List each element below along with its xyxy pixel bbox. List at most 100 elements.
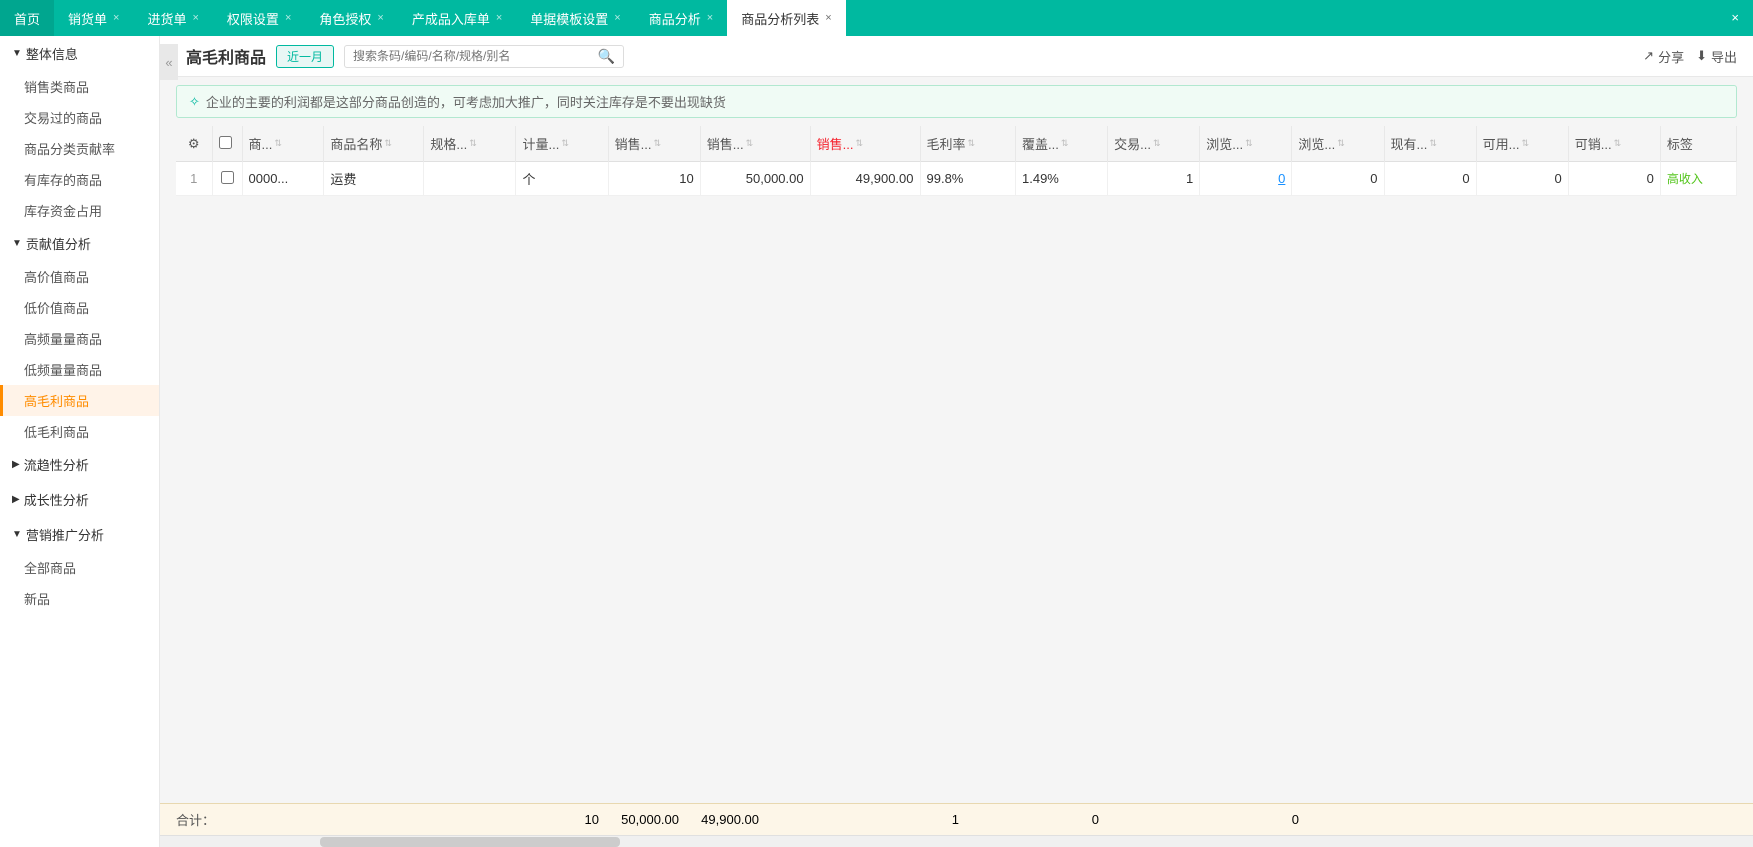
row-sales-qty: 10: [608, 162, 700, 196]
row-trade-count: 1: [1108, 162, 1200, 196]
header-actions: ↗ 分享 ⬇ 导出: [1643, 47, 1737, 66]
search-input[interactable]: [353, 49, 598, 63]
row-gross-rate: 99.8%: [920, 162, 1016, 196]
footer-label: 合计：: [176, 810, 235, 829]
row-name: 运费: [324, 162, 424, 196]
sort-gross-icon[interactable]: ⇅: [968, 138, 976, 149]
sidebar-section-marketing[interactable]: ▼ 营销推广分析: [0, 517, 159, 552]
close-window-button[interactable]: ×: [1717, 9, 1753, 27]
sidebar-item-sales-ranking[interactable]: 销售类商品: [0, 71, 159, 102]
sidebar-section-trend[interactable]: ▶ 流趋性分析: [0, 447, 159, 482]
close-product-entry-tab[interactable]: ×: [496, 12, 502, 24]
th-num: ⚙: [176, 126, 212, 162]
sort-code-icon[interactable]: ⇅: [274, 138, 282, 149]
row-check: [212, 162, 242, 196]
nav-template-setup[interactable]: 单据模板设置 ×: [516, 0, 634, 36]
share-icon: ↗: [1643, 48, 1654, 64]
browse1-link[interactable]: 0: [1278, 171, 1285, 186]
select-all-checkbox[interactable]: [219, 136, 232, 149]
tip-icon: ✧: [189, 94, 200, 110]
sidebar-group-marketing: 全部商品 新品: [0, 552, 159, 614]
close-analysis-tab[interactable]: ×: [707, 12, 713, 24]
sidebar-item-traded-goods[interactable]: 交易过的商品: [0, 102, 159, 133]
row-spec: [424, 162, 516, 196]
sidebar-item-contrib-rate[interactable]: 商品分类贡献率: [0, 133, 159, 164]
sidebar-item-all-goods[interactable]: 全部商品: [0, 552, 159, 583]
table-header-row: ⚙ 商... ⇅ 商品名称: [176, 126, 1737, 162]
row-saleable: 0: [1568, 162, 1660, 196]
sort-qty-icon[interactable]: ⇅: [653, 138, 661, 149]
th-unit: 计量... ⇅: [516, 126, 608, 162]
nav-product-entry[interactable]: 产成品入库单 ×: [398, 0, 516, 36]
th-browse2: 浏览... ⇅: [1292, 126, 1384, 162]
sidebar-section-growth[interactable]: ▶ 成长性分析: [0, 482, 159, 517]
horizontal-scrollbar[interactable]: [160, 835, 1753, 847]
th-sales-cost: 销售... ⇅: [810, 126, 920, 162]
sidebar-item-low-value[interactable]: 低价值商品: [0, 292, 159, 323]
close-purchase-tab[interactable]: ×: [192, 12, 198, 24]
row-checkbox[interactable]: [221, 171, 234, 184]
row-browse2: 0: [1292, 162, 1384, 196]
share-button[interactable]: ↗ 分享: [1643, 47, 1684, 66]
sort-amount-icon[interactable]: ⇅: [746, 138, 754, 149]
sidebar-collapse-button[interactable]: «: [160, 44, 178, 80]
content-area: « 高毛利商品 近一月 🔍 ↗ 分享 ⬇ 导出 ✧: [160, 36, 1753, 847]
table-container: ⚙ 商... ⇅ 商品名称: [160, 126, 1753, 803]
content-header: 高毛利商品 近一月 🔍 ↗ 分享 ⬇ 导出: [160, 36, 1753, 77]
sort-available-icon[interactable]: ⇅: [1521, 138, 1529, 149]
close-analysis-list-tab[interactable]: ×: [825, 12, 831, 24]
sidebar-section-overall[interactable]: ▼ 整体信息: [0, 36, 159, 71]
sidebar-item-low-margin[interactable]: 低毛利商品: [0, 416, 159, 447]
sort-saleable-icon[interactable]: ⇅: [1614, 138, 1622, 149]
sort-stock-icon[interactable]: ⇅: [1429, 138, 1437, 149]
close-sales-tab[interactable]: ×: [113, 12, 119, 24]
row-num: 1: [176, 162, 212, 196]
export-button[interactable]: ⬇ 导出: [1696, 47, 1737, 66]
sidebar-item-new-goods[interactable]: 新品: [0, 583, 159, 614]
search-icon[interactable]: 🔍: [598, 48, 615, 65]
row-tag: 高收入: [1660, 162, 1736, 196]
sidebar-item-high-margin[interactable]: 高毛利商品: [0, 385, 159, 416]
close-template-tab[interactable]: ×: [614, 12, 620, 24]
export-icon: ⬇: [1696, 48, 1707, 64]
sidebar-item-low-freq[interactable]: 低频量量商品: [0, 354, 159, 385]
nav-product-analysis-list[interactable]: 商品分析列表 ×: [727, 0, 845, 36]
nav-home[interactable]: 首页: [0, 0, 54, 36]
sidebar-item-in-stock[interactable]: 有库存的商品: [0, 164, 159, 195]
th-saleable: 可销... ⇅: [1568, 126, 1660, 162]
nav-product-analysis[interactable]: 商品分析 ×: [635, 0, 727, 36]
sort-coverage-icon[interactable]: ⇅: [1061, 138, 1069, 149]
sort-name-icon[interactable]: ⇅: [384, 138, 392, 149]
collapse-trend-icon: ▶: [12, 459, 20, 470]
sidebar-group-overall: 销售类商品 交易过的商品 商品分类贡献率 有库存的商品 库存资金占用: [0, 71, 159, 226]
sort-browse1-icon[interactable]: ⇅: [1245, 138, 1253, 149]
sort-trade-icon[interactable]: ⇅: [1153, 138, 1161, 149]
tag-badge: 高收入: [1667, 172, 1703, 186]
sidebar-item-inventory-capital[interactable]: 库存资金占用: [0, 195, 159, 226]
filter-recent-month-button[interactable]: 近一月: [276, 45, 334, 68]
th-code: 商... ⇅: [242, 126, 324, 162]
th-name: 商品名称 ⇅: [324, 126, 424, 162]
nav-permission-setup[interactable]: 权限设置 ×: [213, 0, 305, 36]
sidebar-item-high-freq[interactable]: 高频量量商品: [0, 323, 159, 354]
th-current-stock: 现有... ⇅: [1384, 126, 1476, 162]
sidebar-section-financial[interactable]: ▼ 贡献值分析: [0, 226, 159, 261]
sort-spec-icon[interactable]: ⇅: [469, 138, 477, 149]
th-sales-amount: 销售... ⇅: [700, 126, 810, 162]
sort-unit-icon[interactable]: ⇅: [561, 138, 569, 149]
footer-sales-cost: 49,900.00: [685, 812, 765, 827]
close-permission-tab[interactable]: ×: [285, 12, 291, 24]
info-banner: ✧ 企业的主要的利润都是这部分商品创造的，可考虑加大推广，同时关注库存是不要出现…: [176, 85, 1737, 118]
product-table: ⚙ 商... ⇅ 商品名称: [176, 126, 1737, 196]
nav-sales[interactable]: 销货单 ×: [54, 0, 133, 36]
nav-role-auth[interactable]: 角色授权 ×: [305, 0, 397, 36]
settings-icon[interactable]: ⚙: [188, 136, 200, 151]
sort-browse2-icon[interactable]: ⇅: [1337, 138, 1345, 149]
collapse-marketing-icon: ▼: [12, 529, 22, 540]
table-footer: 合计： 10 50,000.00 49,900.00 1 0 0: [160, 803, 1753, 835]
sort-cost-icon[interactable]: ⇅: [855, 138, 863, 149]
sidebar-item-high-value[interactable]: 高价值商品: [0, 261, 159, 292]
scrollbar-thumb[interactable]: [320, 837, 620, 847]
close-role-auth-tab[interactable]: ×: [377, 12, 383, 24]
nav-purchase[interactable]: 进货单 ×: [133, 0, 212, 36]
